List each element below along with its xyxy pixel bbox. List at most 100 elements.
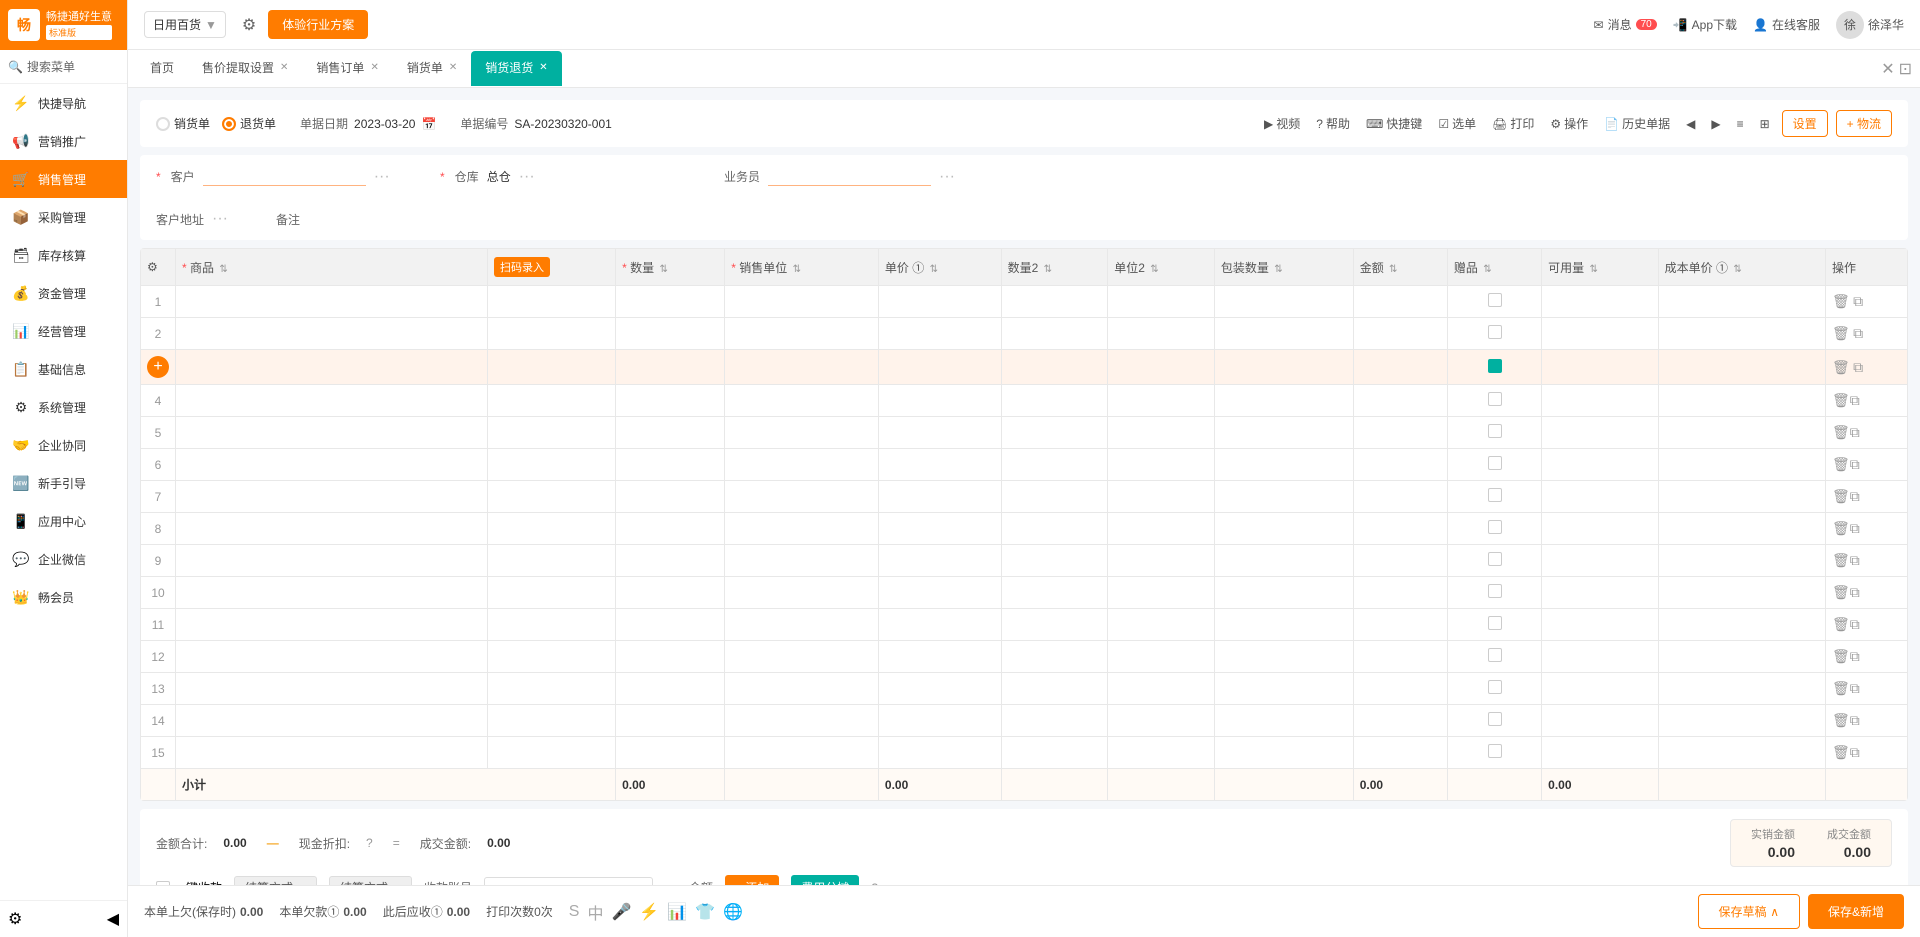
sort-arrows-icon[interactable]: ⇅ [1733,264,1741,275]
tool-icon-4[interactable]: ⚡ [639,902,659,922]
toolbar-listview-btn[interactable]: ≡ [1733,115,1748,133]
unit2-cell[interactable] [1108,286,1215,318]
unit-price-cell[interactable] [878,318,1001,350]
qty2-cell[interactable] [1001,350,1108,385]
toolbar-history-btn[interactable]: 📄 历史单据 [1600,113,1674,134]
sidebar-item-operation[interactable]: 📊 经营管理 [0,312,127,350]
unit2-cell[interactable] [1108,350,1215,385]
copy-row-icon[interactable]: ⧉ [1850,488,1860,504]
sidebar-item-finance[interactable]: 💰 资金管理 [0,274,127,312]
settings-btn[interactable]: 设置 [1782,110,1828,137]
sort-arrows-icon[interactable]: ⇅ [219,264,227,275]
gift-checkbox[interactable] [1488,488,1502,502]
sidebar-item-sales[interactable]: 🛒 销售管理 [0,160,127,198]
product-input[interactable] [182,360,481,374]
unit-price-cell[interactable] [878,286,1001,318]
gift-checkbox[interactable] [1488,616,1502,630]
gift-checkbox[interactable] [1488,392,1502,406]
tab-sales-slip[interactable]: 销货单 ✕ [393,51,471,86]
sort-arrows-icon[interactable]: ⇅ [1274,264,1282,275]
copy-row-icon[interactable]: ⧉ [1850,648,1860,664]
sidebar-item-system[interactable]: ⚙ 系统管理 [0,388,127,426]
tab-close-icon[interactable]: ✕ [280,62,288,73]
address-dots[interactable]: ··· [212,210,228,228]
tab-sales-return[interactable]: 销货退货 ✕ [471,51,561,86]
amount-cell[interactable] [1353,350,1447,385]
delete-row-icon[interactable]: 🗑 [1832,488,1850,504]
sidebar-item-guide[interactable]: 🆕 新手引导 [0,464,127,502]
expand-icon[interactable]: ⊡ [1899,59,1912,79]
radio-sale[interactable]: 销货单 [156,115,210,132]
copy-row-icon[interactable]: ⧉ [1853,325,1863,341]
cash-discount-help-icon[interactable]: ? [366,836,373,850]
category-select[interactable]: 日用百货 ▼ [144,11,226,38]
add-row-btn[interactable]: + [147,356,169,378]
unit2-cell[interactable] [1108,318,1215,350]
delete-row-icon[interactable]: 🗑 [1832,744,1850,760]
save-new-btn[interactable]: 保存&新增 [1808,894,1904,929]
fee-help-icon[interactable]: ? [871,881,878,886]
one-click-pay-checkbox[interactable]: 一键收款 [156,879,222,885]
message-btn[interactable]: ✉ 消息 70 [1594,16,1657,33]
sort-arrows-icon[interactable]: ⇅ [930,264,938,275]
tool-icon-5[interactable]: 📊 [667,902,687,922]
scan-input-btn[interactable]: 扫码录入 [494,257,550,277]
copy-row-icon[interactable]: ⧉ [1850,712,1860,728]
gift-cell[interactable] [1447,286,1541,318]
sidebar-item-basic[interactable]: 📋 基础信息 [0,350,127,388]
copy-row-icon[interactable]: ⧉ [1850,456,1860,472]
sidebar-item-wechat[interactable]: 💬 企业微信 [0,540,127,578]
gift-checkbox[interactable] [1488,456,1502,470]
sort-arrows-icon[interactable]: ⇅ [793,264,801,275]
available-cell[interactable] [1542,350,1659,385]
logistics-btn[interactable]: + 物流 [1836,110,1892,137]
salesperson-input[interactable] [768,167,931,186]
tool-icon-7[interactable]: 🌐 [723,902,743,922]
collapse-icon[interactable]: ◀ [107,909,119,929]
amount-cell[interactable] [1353,286,1447,318]
account-dots[interactable]: ··· [665,881,677,886]
copy-row-icon[interactable]: ⧉ [1850,616,1860,632]
toolbar-next-btn[interactable]: ▶ [1707,115,1724,133]
copy-row-icon[interactable]: ⧉ [1853,293,1863,309]
sidebar-item-shortcut[interactable]: ⚡ 快捷导航 [0,84,127,122]
available-cell[interactable] [1542,286,1659,318]
toolbar-shortcut-btn[interactable]: ⌨ 快捷键 [1362,113,1426,134]
copy-row-icon[interactable]: ⧉ [1850,520,1860,536]
qty-cell[interactable] [616,286,725,318]
copy-row-icon[interactable]: ⧉ [1853,359,1863,375]
online-service-btn[interactable]: 👤 在线客服 [1753,16,1820,33]
delete-row-icon[interactable]: 🗑 [1832,680,1850,696]
warehouse-dots[interactable]: ··· [519,168,535,186]
gift-checkbox[interactable] [1488,424,1502,438]
delete-row-icon[interactable]: 🗑 [1832,648,1850,664]
sale-unit-cell[interactable] [725,350,879,385]
close-tab-icon[interactable]: ✕ [1881,59,1894,79]
delete-row-icon[interactable]: 🗑 [1832,712,1850,728]
cost-price-cell[interactable] [1658,286,1825,318]
qty-cell[interactable] [616,318,725,350]
one-click-pay-check[interactable] [156,881,170,886]
gift-checkbox[interactable] [1488,648,1502,662]
product-cell[interactable] [176,350,488,385]
sort-arrows-icon[interactable]: ⇅ [1389,264,1397,275]
tab-close-icon[interactable]: ✕ [370,62,378,73]
toolbar-operate-btn[interactable]: ⚙ 操作 [1546,113,1592,134]
tab-close-icon[interactable]: ✕ [539,62,547,73]
experience-btn[interactable]: 体验行业方案 [268,10,368,39]
salesperson-dots[interactable]: ··· [939,168,955,186]
toolbar-video-btn[interactable]: ▶ 视频 [1260,113,1304,134]
sort-arrows-icon[interactable]: ⇅ [1483,264,1491,275]
customer-dots[interactable]: ··· [374,168,390,186]
copy-row-icon[interactable]: ⧉ [1850,392,1860,408]
delete-row-icon[interactable]: 🗑 [1832,456,1850,472]
cost-price-cell[interactable] [1658,350,1825,385]
gift-cell[interactable] [1447,350,1541,385]
qty2-cell[interactable] [1001,286,1108,318]
sidebar-item-purchase[interactable]: 📦 采购管理 [0,198,127,236]
toolbar-prev-btn[interactable]: ◀ [1682,115,1699,133]
copy-row-icon[interactable]: ⧉ [1850,552,1860,568]
copy-row-icon[interactable]: ⧉ [1850,424,1860,440]
product-cell[interactable] [176,318,488,350]
sort-arrows-icon[interactable]: ⇅ [1150,264,1158,275]
